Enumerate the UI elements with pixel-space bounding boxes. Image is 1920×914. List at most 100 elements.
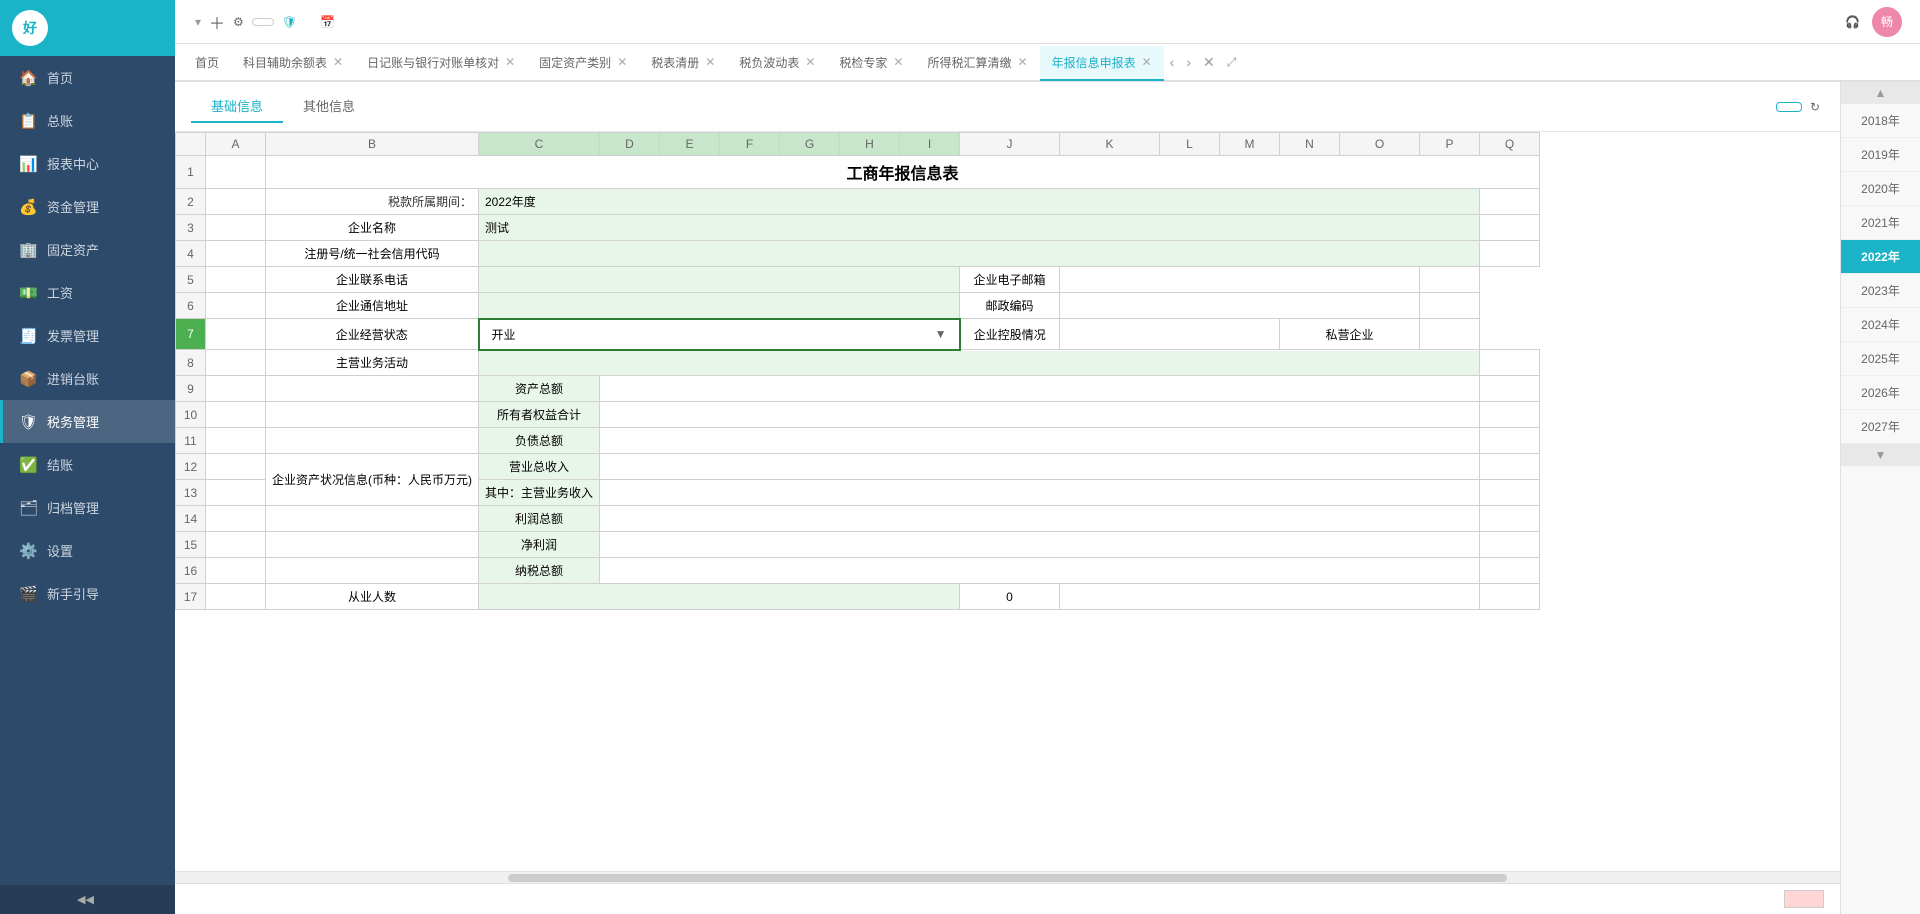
cell-1A[interactable] (206, 156, 266, 189)
spreadsheet-grid-container[interactable]: A B C D E F G H I J K L M (175, 132, 1840, 871)
year-item-2021年[interactable]: 2021年 (1841, 206, 1920, 240)
cell-7B[interactable]: 企业经营状态 (266, 319, 479, 350)
sidebar-item-设置[interactable]: ⚙️设置 (0, 529, 175, 572)
cell-17Q[interactable] (1480, 584, 1540, 610)
cell-10C[interactable]: 所有者权益合计 (479, 402, 600, 428)
tab-item-6[interactable]: 税检专家✕ (827, 46, 915, 81)
sidebar-item-资金管理[interactable]: 💰资金管理 (0, 185, 175, 228)
cell-9Q[interactable] (1480, 376, 1540, 402)
cell-13D[interactable] (600, 480, 1480, 506)
cell-10Q[interactable] (1480, 402, 1540, 428)
settings-icon[interactable]: ⚙ (233, 15, 244, 29)
cell-11D[interactable] (600, 428, 1480, 454)
cell-4B[interactable]: 注册号/统一社会信用代码 (266, 241, 479, 267)
cell-15D[interactable] (600, 532, 1480, 558)
cell-14D[interactable] (600, 506, 1480, 532)
year-item-2023年[interactable]: 2023年 (1841, 274, 1920, 308)
year-nav-down-btn[interactable]: ▼ (1841, 444, 1920, 466)
cell-15Q[interactable] (1480, 532, 1540, 558)
calendar-icon[interactable]: 📅 (320, 15, 335, 29)
sidebar-item-进销台账[interactable]: 📦进销台账 (0, 357, 175, 400)
cell-7Q[interactable] (1420, 319, 1480, 350)
cell-13Q[interactable] (1480, 480, 1540, 506)
cell-15B[interactable] (266, 532, 479, 558)
cell-5Q[interactable] (1420, 267, 1480, 293)
expand-icon[interactable]: ⤢ (1221, 51, 1243, 74)
tab-item-5[interactable]: 税负波动表✕ (727, 46, 827, 81)
year-item-2027年[interactable]: 2027年 (1841, 410, 1920, 444)
cell-6C[interactable] (479, 293, 960, 319)
cell-5J[interactable]: 企业电子邮箱 (960, 267, 1060, 293)
tab-scroll-left-btn[interactable]: ‹ (1164, 50, 1181, 74)
cell-12Q[interactable] (1480, 454, 1540, 480)
user-menu[interactable]: 畅 (1872, 7, 1908, 37)
cell-13C[interactable]: 其中：主营业务收入 (479, 480, 600, 506)
cell-16B[interactable] (266, 558, 479, 584)
sidebar-item-报表中心[interactable]: 📊报表中心 (0, 142, 175, 185)
old-version-btn[interactable] (252, 18, 274, 26)
tab-close-7[interactable]: ✕ (1018, 55, 1028, 69)
sidebar-item-工资[interactable]: 💵工资 (0, 271, 175, 314)
cell-15C[interactable]: 净利润 (479, 532, 600, 558)
cell-2C[interactable]: 2022年度 (479, 189, 1480, 215)
tab-close-6[interactable]: ✕ (893, 55, 903, 69)
cell-14A[interactable] (206, 506, 266, 532)
cell-4Q[interactable] (1480, 241, 1540, 267)
horizontal-scrollbar[interactable] (175, 871, 1840, 883)
year-nav-up-btn[interactable]: ▲ (1841, 82, 1920, 104)
cell-4A[interactable] (206, 241, 266, 267)
cell-6Q[interactable] (1420, 293, 1480, 319)
cell-12A[interactable] (206, 454, 266, 480)
cell-10A[interactable] (206, 402, 266, 428)
tab-item-7[interactable]: 所得税汇算清缴✕ (915, 46, 1039, 81)
cell-16D[interactable] (600, 558, 1480, 584)
cell-6B[interactable]: 企业通信地址 (266, 293, 479, 319)
cell-7J[interactable]: 企业控股情况 (960, 319, 1060, 350)
cell-6K[interactable] (1060, 293, 1420, 319)
tab-close-4[interactable]: ✕ (705, 55, 715, 69)
cell-9A[interactable] (206, 376, 266, 402)
cell-12B[interactable]: 企业资产状况信息(币种：人民币万元) (266, 454, 479, 506)
cell-11A[interactable] (206, 428, 266, 454)
cell-5A[interactable] (206, 267, 266, 293)
cell-5B[interactable]: 企业联系电话 (266, 267, 479, 293)
tab-close-2[interactable]: ✕ (505, 55, 515, 69)
cell-4C[interactable] (479, 241, 1480, 267)
year-item-2019年[interactable]: 2019年 (1841, 138, 1920, 172)
cell-14B[interactable] (266, 506, 479, 532)
cell-7O[interactable]: 私营企业 (1280, 319, 1420, 350)
cell-17K[interactable] (1060, 584, 1480, 610)
year-item-2022年[interactable]: 2022年 (1841, 240, 1920, 274)
scrollbar-thumb[interactable] (508, 874, 1507, 882)
cell-14C[interactable]: 利润总额 (479, 506, 600, 532)
cell-10B[interactable] (266, 402, 479, 428)
year-item-2018年[interactable]: 2018年 (1841, 104, 1920, 138)
cell-5K[interactable] (1060, 267, 1420, 293)
cell-2B[interactable]: 税款所属期间： (266, 189, 479, 215)
sidebar-item-发票管理[interactable]: 🧾发票管理 (0, 314, 175, 357)
sidebar-item-新手引导[interactable]: 🎬新手引导 (0, 572, 175, 615)
tab-scroll-right-btn[interactable]: › (1180, 50, 1197, 74)
cell-17B[interactable]: 从业人数 (266, 584, 479, 610)
cell-7A[interactable] (206, 319, 266, 350)
cell-13A[interactable] (206, 480, 266, 506)
year-item-2026年[interactable]: 2026年 (1841, 376, 1920, 410)
sidebar-item-总账[interactable]: 📋总账 (0, 99, 175, 142)
cell-3C[interactable]: 测试 (479, 215, 1480, 241)
tab-item-2[interactable]: 日记账与银行对账单核对✕ (355, 46, 527, 81)
tab-item-3[interactable]: 固定资产类别✕ (527, 46, 639, 81)
service-btn[interactable]: 🎧 (1845, 15, 1864, 29)
cell-8Q[interactable] (1480, 350, 1540, 376)
cell-6A[interactable] (206, 293, 266, 319)
cell-7C-dropdown[interactable]: 开业 ▼ (479, 319, 960, 350)
year-item-2024年[interactable]: 2024年 (1841, 308, 1920, 342)
cell-3Q[interactable] (1480, 215, 1540, 241)
add-tab-btn[interactable]: ＋ (209, 10, 225, 34)
cell-7K[interactable] (1060, 319, 1280, 350)
cell-8C[interactable] (479, 350, 1480, 376)
sidebar-collapse-btn[interactable]: ◀◀ (0, 885, 175, 914)
cell-6J[interactable]: 邮政编码 (960, 293, 1060, 319)
tab-item-8[interactable]: 年报信息申报表✕ (1040, 46, 1164, 81)
cell-16Q[interactable] (1480, 558, 1540, 584)
sheet-tab-1[interactable]: 其他信息 (283, 90, 375, 123)
